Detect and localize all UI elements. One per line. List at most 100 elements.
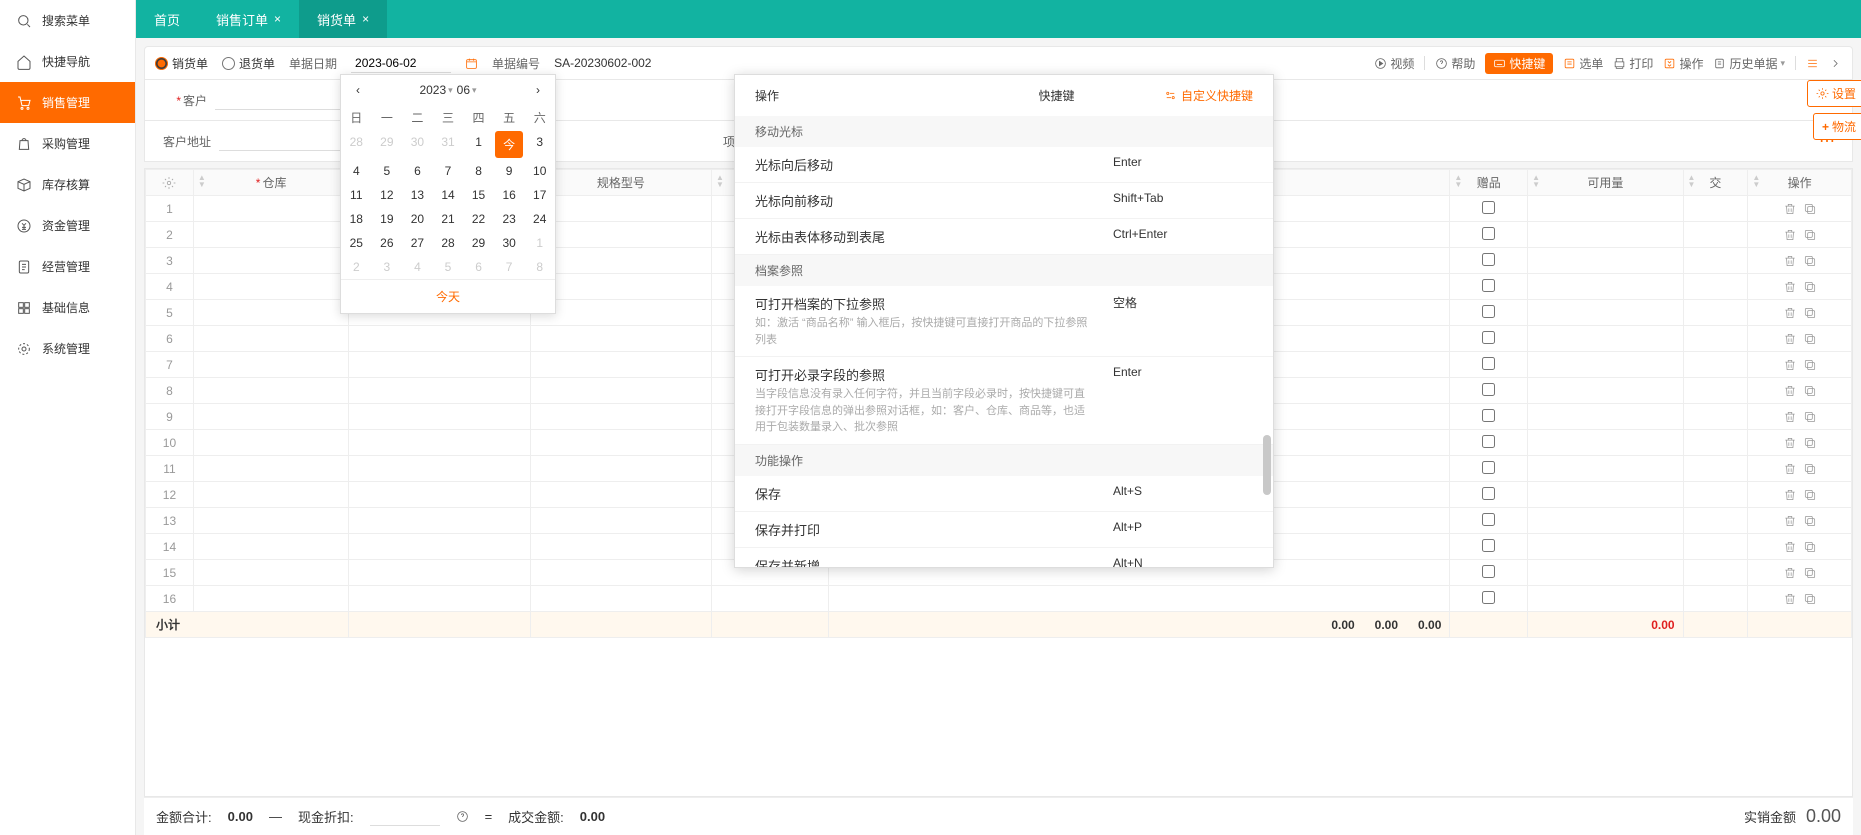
close-icon[interactable]: × [362,12,369,26]
col-6[interactable]: ▲▼交 [1683,170,1748,196]
dp-day[interactable]: 12 [372,183,403,207]
dp-day[interactable]: 30 [494,231,525,255]
delete-icon[interactable] [1783,462,1797,476]
delete-icon[interactable] [1783,280,1797,294]
copy-icon[interactable] [1803,332,1817,346]
sidebar-item-5[interactable]: 资金管理 [0,205,135,246]
delete-icon[interactable] [1783,436,1797,450]
delete-icon[interactable] [1783,566,1797,580]
col-5[interactable]: ▲▼可用量 [1528,170,1683,196]
delete-icon[interactable] [1783,332,1797,346]
help-button[interactable]: 帮助 [1435,55,1475,72]
dp-month-select[interactable]: 06▾ [457,83,477,97]
gift-checkbox[interactable] [1482,487,1495,500]
copy-icon[interactable] [1803,540,1817,554]
copy-icon[interactable] [1803,202,1817,216]
arrow-right-icon[interactable] [1829,57,1842,70]
gift-checkbox[interactable] [1482,513,1495,526]
shortcut-scrollbar[interactable] [1263,435,1271,495]
dp-day[interactable]: 9 [494,159,525,183]
dp-day[interactable]: 17 [524,183,555,207]
dp-day[interactable]: 6 [402,159,433,183]
gift-checkbox[interactable] [1482,305,1495,318]
dp-day[interactable]: 20 [402,207,433,231]
cash-discount-input[interactable] [370,807,440,826]
dp-day[interactable]: 27 [402,231,433,255]
gift-checkbox[interactable] [1482,227,1495,240]
col-7[interactable]: ▲▼操作 [1748,170,1852,196]
custom-shortcut-link[interactable]: 自定义快捷键 [1164,87,1253,104]
sidebar-item-4[interactable]: 库存核算 [0,164,135,205]
delete-icon[interactable] [1783,202,1797,216]
logistics-button[interactable]: +物流 [1813,113,1861,140]
delete-icon[interactable] [1783,410,1797,424]
doc-date-input[interactable] [351,54,451,73]
copy-icon[interactable] [1803,384,1817,398]
sidebar-item-1[interactable]: 快捷导航 [0,41,135,82]
copy-icon[interactable] [1803,514,1817,528]
copy-icon[interactable] [1803,254,1817,268]
gift-checkbox[interactable] [1482,357,1495,370]
dp-day[interactable]: 28 [433,231,464,255]
question-icon[interactable] [456,810,469,823]
gift-checkbox[interactable] [1482,331,1495,344]
close-icon[interactable]: × [274,12,281,26]
gift-checkbox[interactable] [1482,201,1495,214]
dp-day[interactable]: 11 [341,183,372,207]
col-4[interactable]: ▲▼赠品 [1450,170,1528,196]
col-0[interactable]: ▲▼*仓库 [193,170,348,196]
copy-icon[interactable] [1803,592,1817,606]
dp-day[interactable]: 14 [433,183,464,207]
dp-day[interactable]: 3 [524,130,555,159]
select-order-button[interactable]: 选单 [1563,55,1603,72]
delete-icon[interactable] [1783,488,1797,502]
copy-icon[interactable] [1803,436,1817,450]
delete-icon[interactable] [1783,384,1797,398]
dp-day[interactable]: 24 [524,207,555,231]
dp-day[interactable]: 26 [372,231,403,255]
dp-next[interactable]: › [531,83,545,97]
settings-button[interactable]: 设置 [1807,80,1861,107]
shortcut-button[interactable]: 快捷键 [1485,53,1553,74]
print-button[interactable]: 打印 [1613,55,1653,72]
dp-day[interactable]: 23 [494,207,525,231]
delete-icon[interactable] [1783,254,1797,268]
delete-icon[interactable] [1783,540,1797,554]
copy-icon[interactable] [1803,488,1817,502]
tab-0[interactable]: 首页 [136,0,198,38]
dp-today-button[interactable]: 今天 [341,279,555,313]
dp-day[interactable]: 10 [524,159,555,183]
gear-column[interactable] [146,170,194,196]
copy-icon[interactable] [1803,410,1817,424]
horizontal-scrollbar[interactable] [145,784,1852,796]
delete-icon[interactable] [1783,592,1797,606]
sidebar-item-6[interactable]: 经营管理 [0,246,135,287]
dp-day[interactable]: 22 [463,207,494,231]
calendar-icon[interactable] [465,57,478,70]
radio-return[interactable]: 退货单 [222,55,275,72]
dp-day[interactable]: 21 [433,207,464,231]
copy-icon[interactable] [1803,462,1817,476]
gift-checkbox[interactable] [1482,461,1495,474]
copy-icon[interactable] [1803,280,1817,294]
sidebar-item-8[interactable]: 系统管理 [0,328,135,369]
sidebar-item-0[interactable]: 搜索菜单 [0,0,135,41]
dp-day[interactable]: 13 [402,183,433,207]
delete-icon[interactable] [1783,514,1797,528]
video-button[interactable]: 视频 [1374,55,1414,72]
radio-sale[interactable]: 销货单 [155,55,208,72]
copy-icon[interactable] [1803,358,1817,372]
dp-day[interactable]: 今 [495,131,524,158]
gift-checkbox[interactable] [1482,409,1495,422]
sidebar-item-3[interactable]: 采购管理 [0,123,135,164]
dp-day[interactable]: 5 [372,159,403,183]
gift-checkbox[interactable] [1482,591,1495,604]
copy-icon[interactable] [1803,566,1817,580]
gift-checkbox[interactable] [1482,435,1495,448]
dp-day[interactable]: 29 [463,231,494,255]
delete-icon[interactable] [1783,228,1797,242]
dp-day[interactable]: 19 [372,207,403,231]
gift-checkbox[interactable] [1482,279,1495,292]
operate-button[interactable]: 操作 [1663,55,1703,72]
delete-icon[interactable] [1783,358,1797,372]
